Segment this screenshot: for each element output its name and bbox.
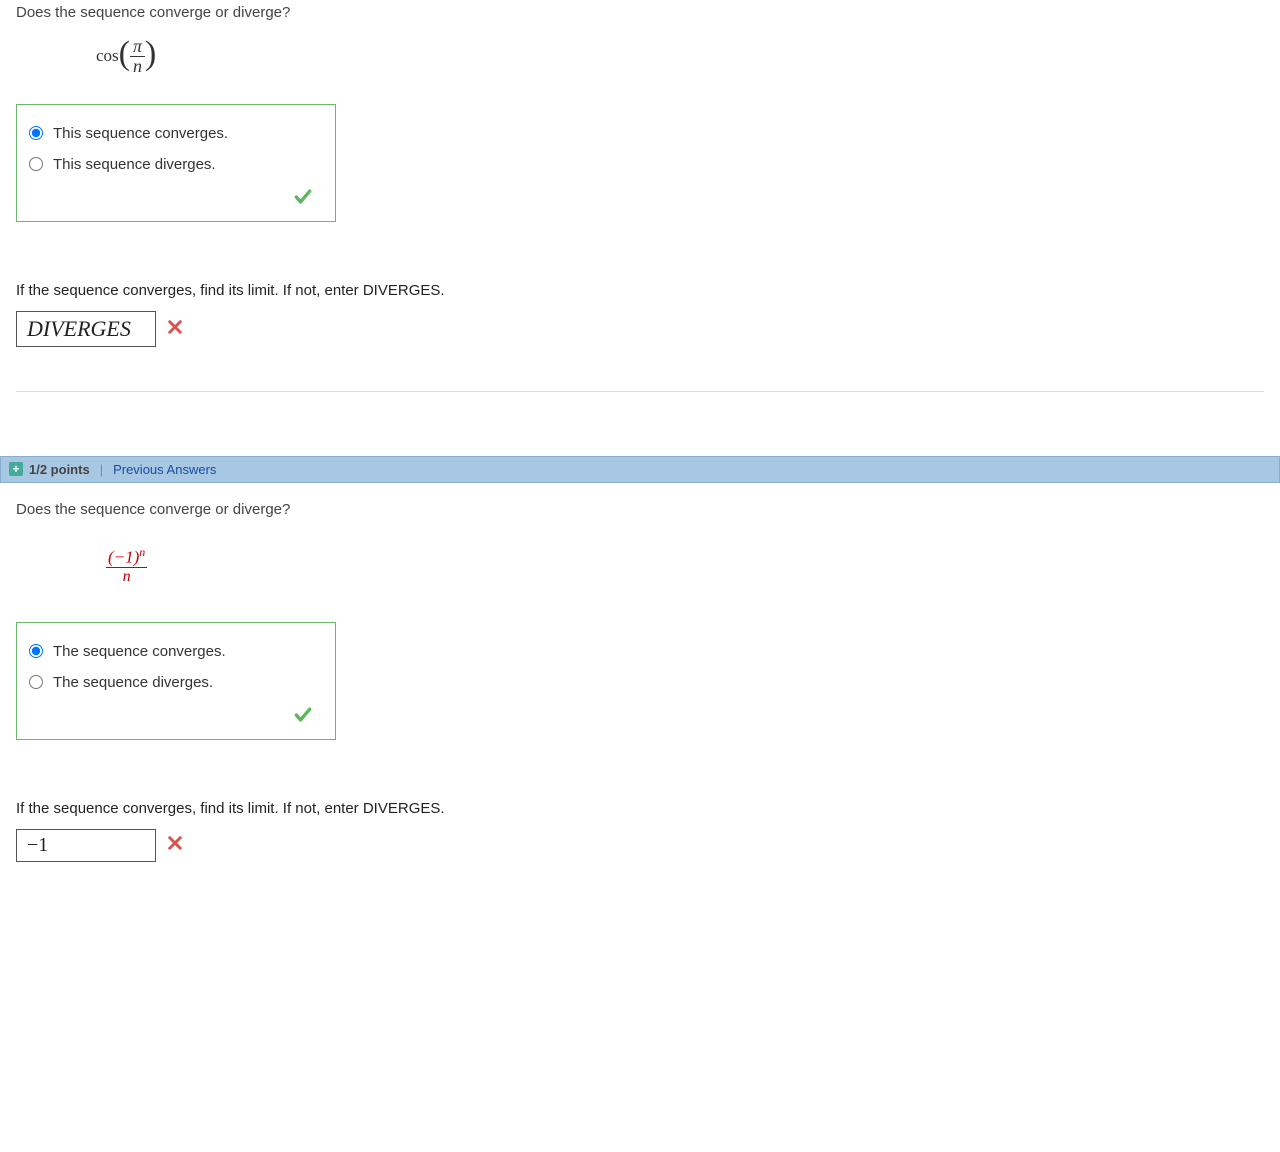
q2-formula-exp: n	[139, 545, 145, 559]
q1-radio-diverges-label: This sequence diverges.	[53, 156, 216, 173]
q1-radio-diverges[interactable]	[29, 157, 43, 171]
q1-answer-input[interactable]: DIVERGES	[16, 311, 156, 347]
x-incorrect-icon	[166, 318, 184, 340]
checkmark-icon	[293, 712, 313, 729]
q1-radio-converges-label: This sequence converges.	[53, 125, 228, 142]
q1-formula: cos ( π n )	[96, 37, 1264, 76]
previous-answers-link[interactable]: Previous Answers	[113, 462, 216, 477]
points-bar: + 1/2 points | Previous Answers	[0, 456, 1280, 483]
func-cos: cos	[96, 46, 119, 66]
expand-plus-icon[interactable]: +	[9, 462, 23, 476]
q1-radio-converges[interactable]	[29, 126, 43, 140]
q2-radio-converges[interactable]	[29, 644, 43, 658]
q1-limit-prompt: If the sequence converges, find its limi…	[16, 282, 1264, 299]
q2-formula-den: n	[123, 568, 131, 586]
q1-radio-group: This sequence converges. This sequence d…	[16, 104, 336, 222]
points-score: 1/2 points	[29, 462, 90, 477]
x-incorrect-icon	[166, 834, 184, 856]
q2-answer-input[interactable]: −1	[16, 829, 156, 862]
q2-limit-prompt: If the sequence converges, find its limi…	[16, 800, 1264, 817]
q2-radio-diverges[interactable]	[29, 675, 43, 689]
q2-prompt: Does the sequence converge or diverge?	[16, 501, 1264, 518]
q2-formula: (−1)n n	[106, 546, 147, 586]
checkmark-icon	[293, 194, 313, 211]
q2-radio-diverges-label: The sequence diverges.	[53, 674, 213, 691]
fraction-pi-over-n: π n	[130, 37, 145, 76]
separator-line	[16, 391, 1264, 392]
pipe-divider: |	[100, 462, 103, 477]
q2-formula-base: (−1)	[108, 547, 139, 566]
q2-radio-converges-label: The sequence converges.	[53, 643, 226, 660]
q1-prompt: Does the sequence converge or diverge?	[16, 4, 1264, 21]
q2-radio-group: The sequence converges. The sequence div…	[16, 622, 336, 740]
